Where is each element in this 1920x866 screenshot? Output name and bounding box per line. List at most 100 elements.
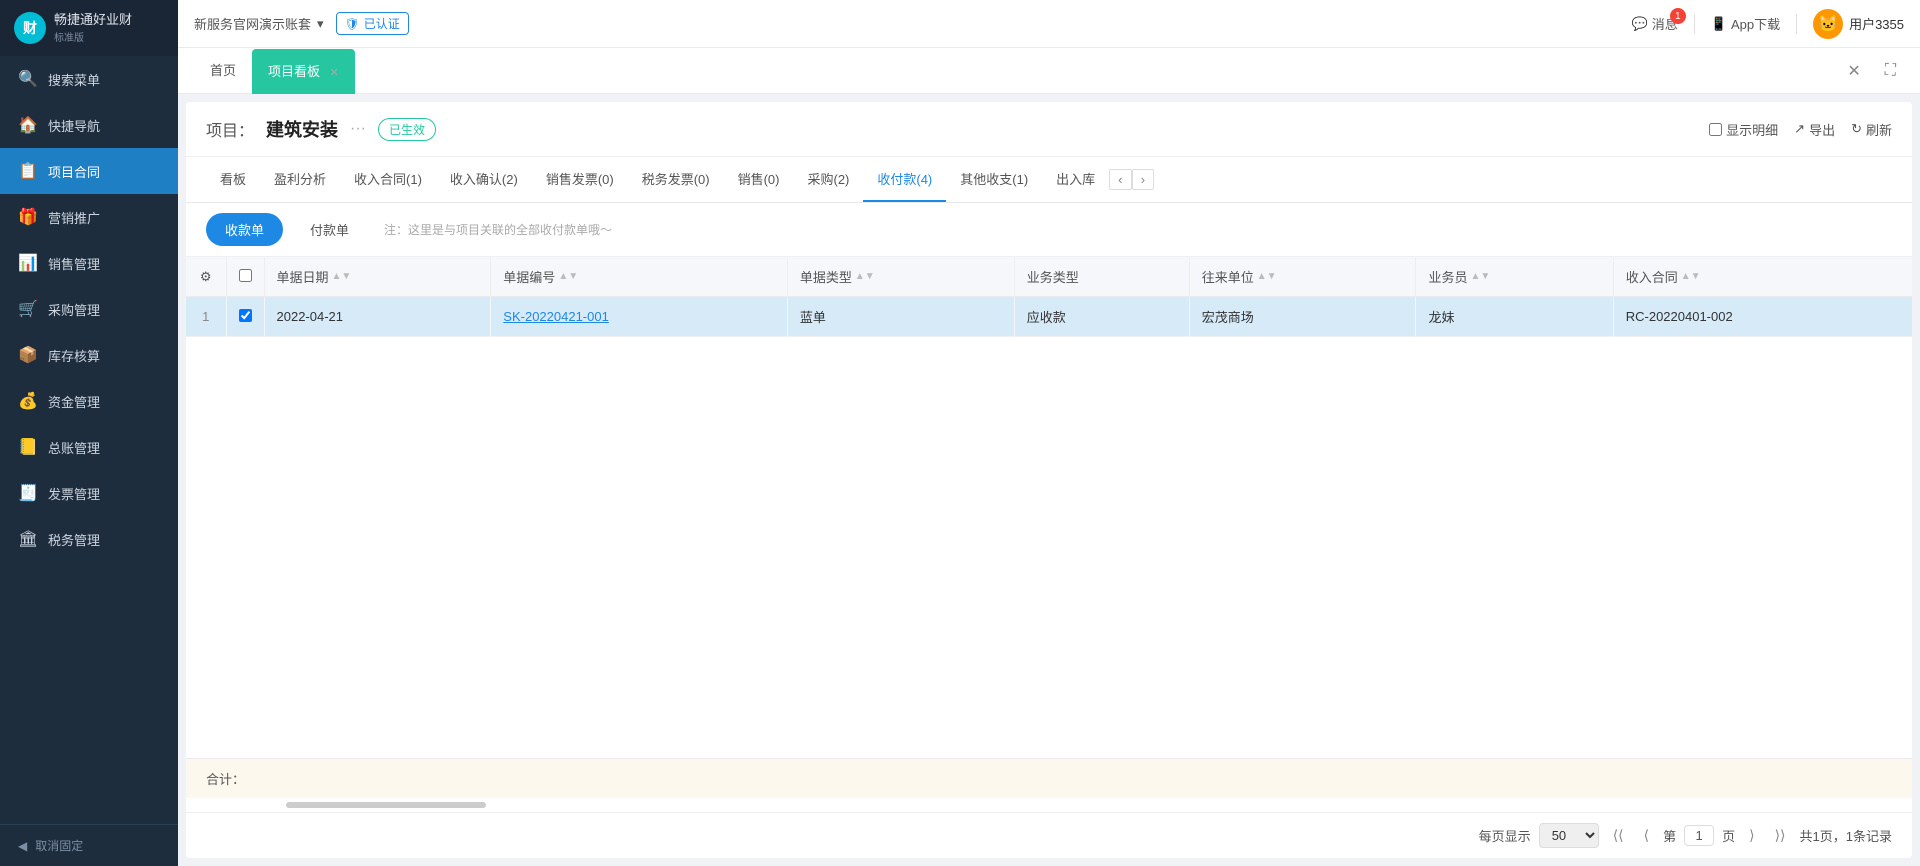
th-partner[interactable]: 往来单位▲▼ [1189, 257, 1416, 297]
sidebar-item-project-contract[interactable]: 📋 项目合同 [0, 148, 178, 194]
tabbar: 首页 项目看板 ✕ ✕ ⛶ [178, 48, 1920, 94]
sidebar-item-quick-nav[interactable]: 🏠 快捷导航 [0, 102, 178, 148]
finance-mgmt-icon: 💰 [18, 391, 38, 411]
message-icon: 💬 [1632, 16, 1648, 32]
sidebar-item-label: 搜索菜单 [48, 70, 100, 89]
row-salesperson: 龙妹 [1416, 297, 1613, 337]
avatar: 🐱 [1813, 9, 1843, 39]
page-size-label: 每页显示 [1479, 826, 1531, 845]
row-number-link[interactable]: SK-20220421-001 [503, 309, 609, 324]
row-checkbox[interactable] [226, 297, 264, 337]
export-button[interactable]: ↗ 导出 [1794, 120, 1835, 139]
row-contract: RC-20220401-002 [1613, 297, 1912, 337]
subtabs: 看板盈利分析收入合同(1)收入确认(2)销售发票(0)税务发票(0)销售(0)采… [186, 157, 1912, 203]
subtab-3[interactable]: 收入确认(2) [436, 157, 532, 202]
refresh-icon: ↻ [1851, 121, 1862, 137]
subtab-1[interactable]: 盈利分析 [260, 157, 340, 202]
th-date[interactable]: 单据日期▲▼ [264, 257, 491, 297]
app-download-button[interactable]: 📱 App下载 [1711, 14, 1780, 33]
sidebar-item-finance-mgmt[interactable]: 💰 资金管理 [0, 378, 178, 424]
sidebar-item-ledger-mgmt[interactable]: 📒 总账管理 [0, 424, 178, 470]
current-page[interactable]: 1 [1684, 825, 1714, 846]
sidebar-footer[interactable]: ◀ 取消固定 [0, 824, 178, 866]
inner-tab-payment[interactable]: 付款单 [291, 213, 368, 246]
account-selector[interactable]: 新服务官网演示账套 ▾ [194, 14, 324, 33]
sidebar-footer-label: 取消固定 [35, 837, 83, 854]
page-size-select[interactable]: 50 10 20 100 [1539, 823, 1599, 848]
refresh-button[interactable]: ↻ 刷新 [1851, 120, 1892, 139]
subtab-4[interactable]: 销售发票(0) [532, 157, 628, 202]
sidebar-item-tax-mgmt[interactable]: 🏛 税务管理 [0, 516, 178, 562]
row-num: 1 [186, 297, 226, 337]
th-type-label: 单据类型 [800, 267, 852, 286]
maximize-button[interactable]: ⛶ [1877, 57, 1904, 85]
project-contract-icon: 📋 [18, 161, 38, 181]
next-page-button[interactable]: ⟩ [1743, 825, 1760, 846]
sidebar-item-search[interactable]: 🔍 搜索菜单 [0, 56, 178, 102]
sidebar-item-sales-mgmt[interactable]: 📊 销售管理 [0, 240, 178, 286]
page-word: 第 [1663, 826, 1676, 845]
last-page-button[interactable]: ⟩⟩ [1769, 825, 1792, 846]
verified-badge: 🛡 已认证 [336, 12, 409, 35]
close-window-button[interactable]: ✕ [1839, 57, 1868, 85]
sidebar-item-marketing[interactable]: 🎁 营销推广 [0, 194, 178, 240]
table-footer: 合计： [186, 758, 1912, 798]
inner-tab-receive[interactable]: 收款单 [206, 213, 283, 246]
th-settings[interactable]: ⚙ [186, 257, 226, 297]
subtab-10[interactable]: 出入库 [1042, 157, 1109, 202]
table-row[interactable]: 1 2022-04-21 SK-20220421-001 蓝单 应收款 宏茂商场… [186, 297, 1912, 337]
subtab-9[interactable]: 其他收支(1) [946, 157, 1042, 202]
select-all-checkbox[interactable] [239, 269, 252, 282]
show-detail-checkbox[interactable]: 显示明细 [1709, 120, 1778, 139]
prev-page-button[interactable]: ⟨ [1638, 825, 1655, 846]
subtab-5[interactable]: 税务发票(0) [628, 157, 724, 202]
sidebar-item-inventory[interactable]: 📦 库存核算 [0, 332, 178, 378]
sidebar-item-label: 采购管理 [48, 300, 100, 319]
page-suffix: 页 [1722, 826, 1735, 845]
subtab-2[interactable]: 收入合同(1) [340, 157, 436, 202]
project-header: 项目： 建筑安装 ··· 已生效 显示明细 ↗ 导出 ↻ 刷新 [186, 102, 1912, 157]
sidebar-item-label: 发票管理 [48, 484, 100, 503]
phone-icon: 📱 [1711, 16, 1727, 32]
th-salesperson[interactable]: 业务员▲▼ [1416, 257, 1613, 297]
sidebar-item-purchase-mgmt[interactable]: 🛒 采购管理 [0, 286, 178, 332]
sales-mgmt-icon: 📊 [18, 253, 38, 273]
show-detail-input[interactable] [1709, 123, 1722, 136]
content-area: 项目： 建筑安装 ··· 已生效 显示明细 ↗ 导出 ↻ 刷新 [186, 102, 1912, 858]
th-number[interactable]: 单据编号▲▼ [491, 257, 788, 297]
sidebar: 财 畅捷通好业财 标准版 🔍 搜索菜单 🏠 快捷导航 📋 项目合同 🎁 营销推广… [0, 0, 178, 866]
inventory-icon: 📦 [18, 345, 38, 365]
row-select[interactable] [239, 309, 252, 322]
tab-close-icon[interactable]: ✕ [330, 67, 339, 79]
row-number[interactable]: SK-20220421-001 [491, 297, 788, 337]
th-contract[interactable]: 收入合同▲▼ [1613, 257, 1912, 297]
refresh-label: 刷新 [1866, 120, 1892, 139]
app-subtitle: 标准版 [54, 29, 132, 44]
shield-icon: 🛡 [345, 17, 360, 31]
user-menu[interactable]: 🐱 用户3355 [1813, 9, 1904, 39]
subtab-nav-right[interactable]: › [1132, 169, 1154, 190]
pagination: 每页显示 50 10 20 100 ⟨⟨ ⟨ 第 1 页 ⟩ ⟩⟩ 共1页，1条… [186, 812, 1912, 858]
account-name: 新服务官网演示账套 [194, 14, 311, 33]
inner-tab-note: 注：这里是与项目关联的全部收付款单哦～ [384, 221, 612, 238]
th-type[interactable]: 单据类型▲▼ [787, 257, 1014, 297]
sidebar-item-invoice-mgmt[interactable]: 🧾 发票管理 [0, 470, 178, 516]
table-container: ⚙ 单据日期▲▼ 单据编号▲▼ 单据类型▲▼ 业务类型 往来单位▲▼ 业务员▲▼… [186, 257, 1912, 758]
scrollbar-row [186, 798, 1912, 812]
subtab-7[interactable]: 采购(2) [793, 157, 863, 202]
horizontal-scrollbar[interactable] [286, 802, 486, 808]
subtab-nav-left[interactable]: ‹ [1109, 169, 1131, 190]
verified-label: 已认证 [364, 15, 400, 32]
table-header-row: ⚙ 单据日期▲▼ 单据编号▲▼ 单据类型▲▼ 业务类型 往来单位▲▼ 业务员▲▼… [186, 257, 1912, 297]
first-page-button[interactable]: ⟨⟨ [1607, 825, 1630, 846]
message-button[interactable]: 💬 消息 1 [1632, 14, 1678, 33]
tab-project-board[interactable]: 项目看板 ✕ [252, 49, 355, 94]
topbar: 新服务官网演示账套 ▾ 🛡 已认证 💬 消息 1 📱 App下载 🐱 用户335… [178, 0, 1920, 48]
subtab-8[interactable]: 收付款(4) [863, 157, 946, 202]
sort-icon-partner: ▲▼ [1257, 273, 1277, 280]
project-menu-button[interactable]: ··· [350, 120, 366, 138]
subtab-0[interactable]: 看板 [206, 157, 260, 202]
tab-home[interactable]: 首页 [194, 48, 252, 93]
th-checkbox[interactable] [226, 257, 264, 297]
subtab-6[interactable]: 销售(0) [724, 157, 794, 202]
